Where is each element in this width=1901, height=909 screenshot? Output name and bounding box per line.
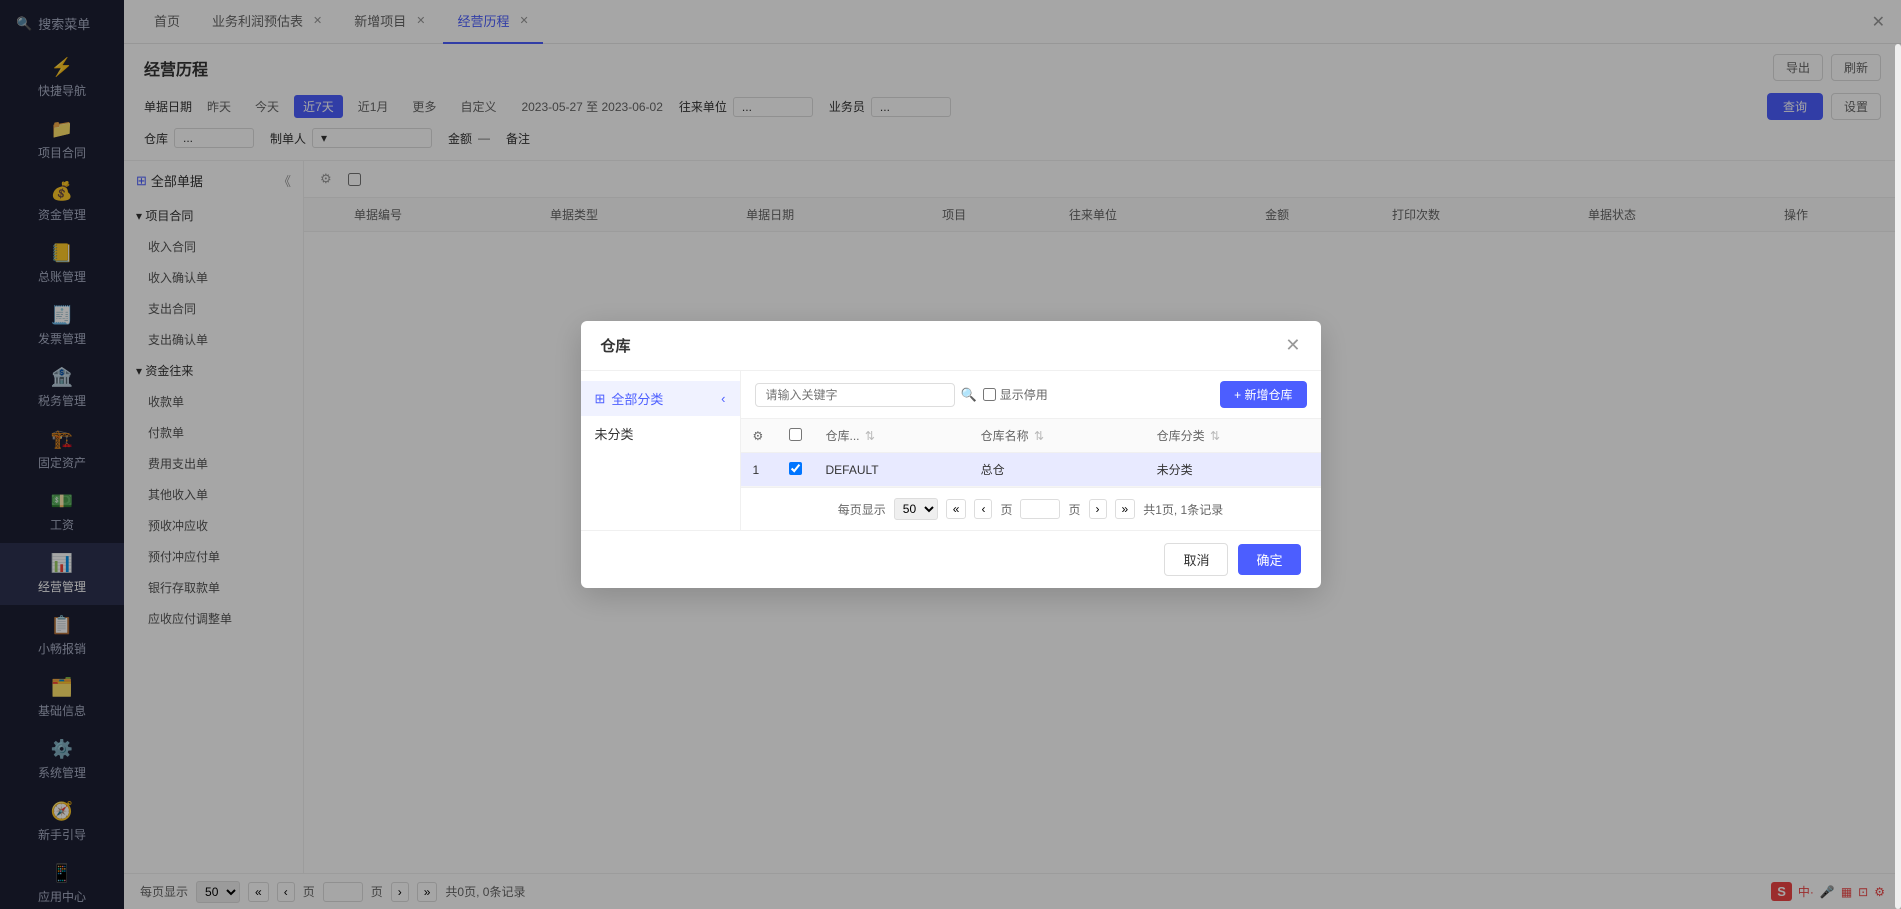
show-disabled-label: 显示停用: [1000, 386, 1048, 403]
col-category-sort-icon: ⇅: [1210, 429, 1220, 443]
modal-col-name: 仓库名称 ⇅: [969, 419, 1145, 453]
row-no: 1: [741, 453, 777, 487]
modal-per-page-select[interactable]: 50: [894, 498, 938, 520]
modal-prev-btn[interactable]: ‹: [974, 499, 992, 519]
modal-body: ⊞ 全部分类 ‹ 未分类 🔍: [581, 371, 1321, 530]
modal-per-page-label: 每页显示: [838, 501, 886, 518]
modal-actions: 取消 确定: [581, 530, 1321, 588]
show-disabled-checkbox[interactable]: [983, 388, 996, 401]
modal-tree: ⊞ 全部分类 ‹ 未分类: [581, 371, 741, 530]
modal-cancel-button[interactable]: 取消: [1164, 543, 1228, 576]
modal-select-all[interactable]: [789, 428, 802, 441]
row-checkbox[interactable]: [777, 453, 814, 487]
modal-last-btn[interactable]: »: [1115, 499, 1136, 519]
row-code: DEFAULT: [814, 453, 969, 487]
modal-tree-grid-icon: ⊞: [595, 391, 606, 407]
modal-toolbar: 🔍 显示停用 + 新增仓库: [741, 371, 1321, 419]
warehouse-modal: 仓库 ✕ ⊞ 全部分类 ‹ 未分类: [581, 321, 1321, 588]
add-warehouse-button[interactable]: + 新增仓库: [1220, 381, 1306, 408]
modal-total-info: 共1页, 1条记录: [1143, 501, 1223, 518]
modal-col-code: 仓库... ⇅: [814, 419, 969, 453]
col-name-sort-icon: ⇅: [1034, 429, 1044, 443]
modal-close-button[interactable]: ✕: [1285, 335, 1300, 356]
modal-page-label2: 页: [1068, 501, 1080, 518]
modal-content-area: 🔍 显示停用 + 新增仓库 ⚙: [741, 371, 1321, 530]
modal-search: 🔍 显示停用: [755, 383, 1048, 407]
modal-col-gear: ⚙: [741, 419, 777, 453]
table-row[interactable]: 1 DEFAULT 总仓 未分类: [741, 453, 1321, 487]
modal-tree-all[interactable]: ⊞ 全部分类 ‹: [581, 381, 740, 416]
modal-next-btn[interactable]: ›: [1089, 499, 1107, 519]
modal-page-label: 页: [1000, 501, 1012, 518]
modal-search-input[interactable]: [755, 383, 955, 407]
modal-col-checkbox: [777, 419, 814, 453]
modal-page-input[interactable]: 1: [1020, 499, 1060, 519]
modal-show-disabled[interactable]: 显示停用: [983, 386, 1048, 403]
modal-confirm-button[interactable]: 确定: [1238, 544, 1300, 575]
modal-col-category: 仓库分类 ⇅: [1145, 419, 1321, 453]
modal-search-icon[interactable]: 🔍: [961, 387, 977, 403]
modal-tree-uncat-label: 未分类: [595, 424, 634, 443]
modal-first-btn[interactable]: «: [946, 499, 967, 519]
modal-tree-toggle-icon: ‹: [721, 391, 725, 406]
modal-overlay[interactable]: 仓库 ✕ ⊞ 全部分类 ‹ 未分类: [0, 0, 1901, 909]
modal-pagination: 每页显示 50 « ‹ 页 1 页 › » 共1页, 1条记录: [741, 487, 1321, 530]
modal-header: 仓库 ✕: [581, 321, 1321, 371]
row-name: 总仓: [969, 453, 1145, 487]
modal-table-wrap: ⚙ 仓库... ⇅ 仓库名称 ⇅: [741, 419, 1321, 487]
modal-title: 仓库: [601, 335, 631, 356]
row-category: 未分类: [1145, 453, 1321, 487]
modal-tree-uncategorized[interactable]: 未分类: [581, 416, 740, 451]
modal-tree-all-label: 全部分类: [611, 389, 663, 408]
col-code-sort-icon: ⇅: [865, 429, 875, 443]
modal-table: ⚙ 仓库... ⇅ 仓库名称 ⇅: [741, 419, 1321, 487]
